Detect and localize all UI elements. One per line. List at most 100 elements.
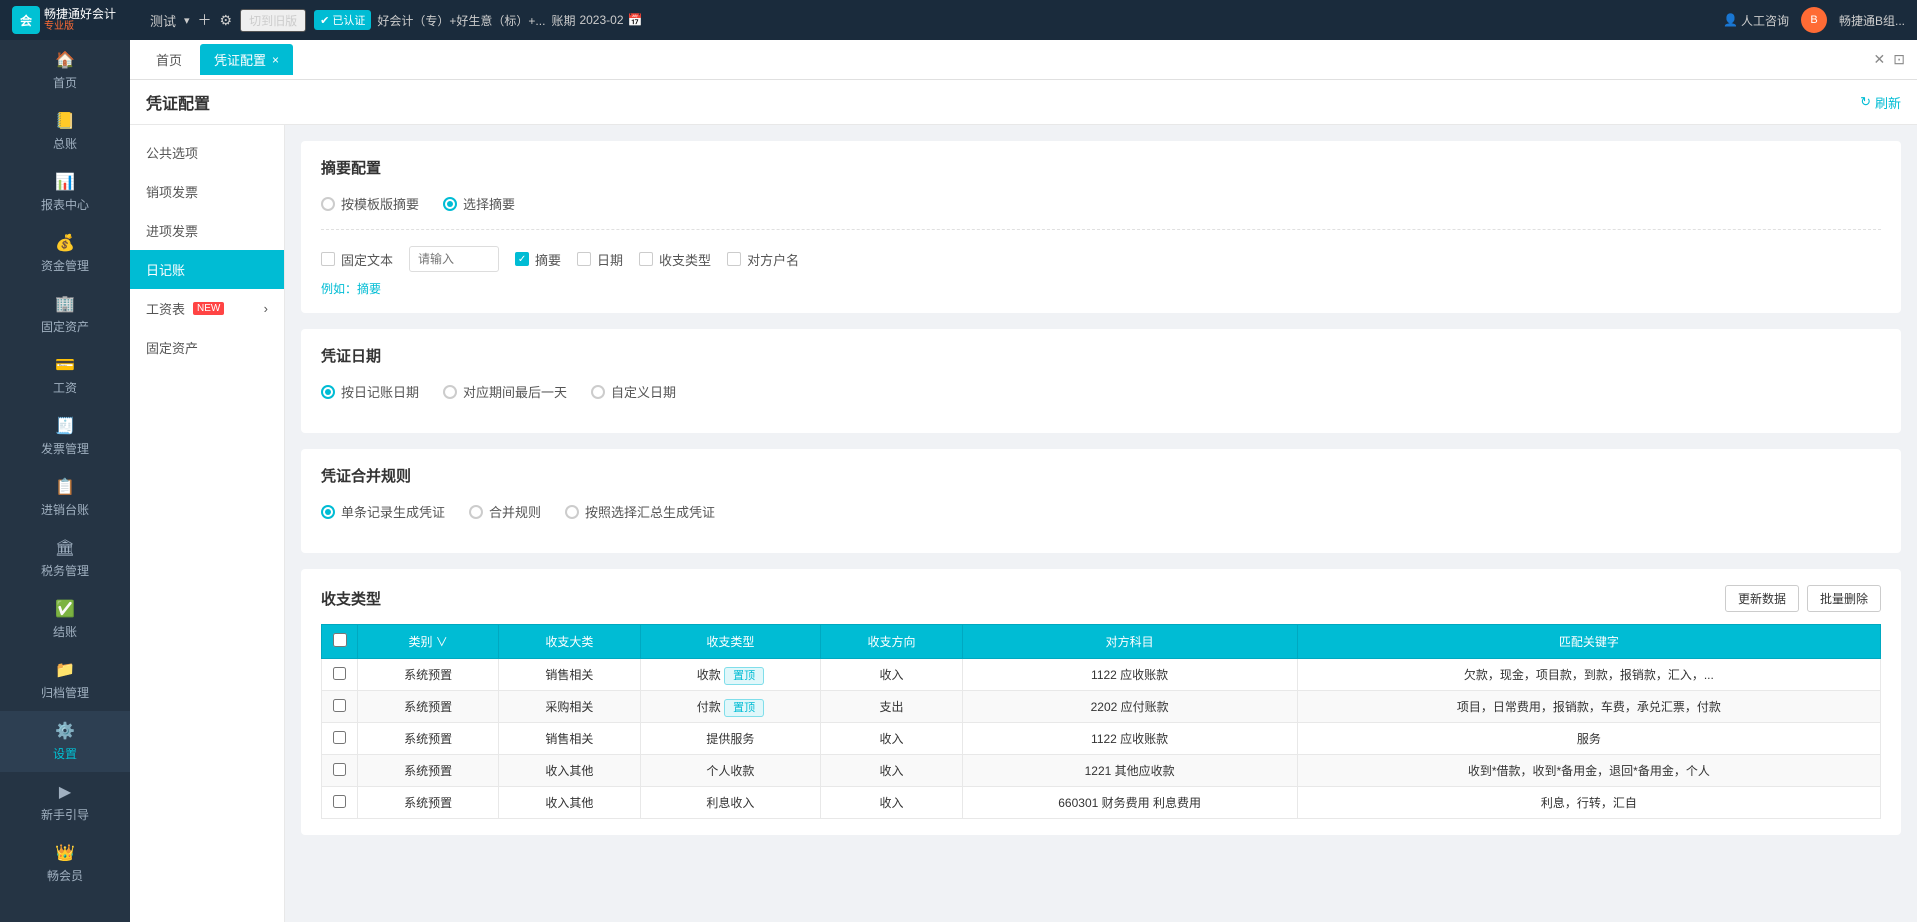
table-row: 系统预置 销售相关 收款 置顶 收入 1122 应收账款 欠款，现金，项目款，到… [322,659,1881,691]
left-menu-fixed-assets[interactable]: 固定资产 [130,328,284,367]
row-checkbox-1[interactable] [333,667,346,680]
sidebar-item-archive[interactable]: 📁 归档管理 [0,650,130,711]
sidebar-item-home[interactable]: 🏠 首页 [0,40,130,101]
radio-circle-custom [591,385,605,399]
logo-icon: 会 [12,6,40,34]
checkbox-date[interactable]: 日期 [577,250,623,269]
left-menu-public[interactable]: 公共选项 [130,133,284,172]
radio-select-summary[interactable]: 选择摘要 [443,194,515,213]
sidebar-item-guide[interactable]: ▶ 新手引导 [0,772,130,833]
radio-template-summary[interactable]: 按模板版摘要 [321,194,419,213]
sidebar-item-reports[interactable]: 📊 报表中心 [0,162,130,223]
merge-rules-radio-group: 单条记录生成凭证 合并规则 按照选择汇总生成凭证 [321,502,1881,521]
table-header-direction: 收支方向 [821,625,962,659]
table-header-type: 收支类型 [640,625,821,659]
row-checkbox-3[interactable] [333,731,346,744]
left-menu-sales-invoice[interactable]: 销项发票 [130,172,284,211]
radio-circle-diary-date [321,385,335,399]
radio-summary-generate[interactable]: 按照选择汇总生成凭证 [565,502,715,521]
closing-icon: ✅ [55,599,75,619]
table-header-major: 收支大类 [499,625,640,659]
radio-merge-rule[interactable]: 合并规则 [469,502,541,521]
logo-area: 会 畅捷通好会计 专业版 [12,6,142,34]
table-header-keywords: 匹配关键字 [1297,625,1880,659]
new-badge: NEW [193,302,224,315]
header-tab[interactable]: 测试 [150,11,176,30]
funds-icon: 💰 [55,233,75,253]
refresh-icon: ↻ [1860,94,1871,110]
merge-rules-title: 凭证合并规则 [321,465,1881,486]
voucher-date-radio-group: 按日记账日期 对应期间最后一天 自定义日期 [321,382,1881,401]
radio-circle-select [443,197,457,211]
version-switch-button[interactable]: 切到旧版 [240,9,306,32]
chevron-down-icon: › [264,301,268,316]
sidebar-item-fixed-assets[interactable]: 🏢 固定资产 [0,284,130,345]
row-checkbox-2[interactable] [333,699,346,712]
certified-badge: ✔ 已认证 [314,10,371,30]
tab-close-window-icon[interactable]: ✕ [1874,51,1886,68]
sidebar-item-invoice[interactable]: 🧾 发票管理 [0,406,130,467]
add-icon[interactable]: ＋ [198,10,212,30]
sidebar-item-salary[interactable]: 💳 工资 [0,345,130,406]
left-menu-purchase-invoice[interactable]: 进项发票 [130,211,284,250]
sidebar: 🏠 首页 📒 总账 📊 报表中心 💰 资金管理 🏢 固定资产 💳 工资 🧾 发票… [0,40,130,922]
checkbox-counterpart-name[interactable]: 对方户名 [727,250,799,269]
radio-circle-single [321,505,335,519]
row-checkbox-5[interactable] [333,795,346,808]
checkbox-box-counterpart [727,252,741,266]
tab-bar-right: ✕ ⊡ [1874,51,1905,68]
left-menu-payroll[interactable]: 工资表 NEW › [130,289,284,328]
select-all-checkbox[interactable] [333,633,347,647]
tab-home[interactable]: 首页 [142,44,196,75]
radio-period-last-day[interactable]: 对应期间最后一天 [443,382,567,401]
update-data-button[interactable]: 更新数据 [1725,585,1799,612]
header-status-text: 好会计（专）+好生意（标）+... [377,12,545,29]
radio-custom-date[interactable]: 自定义日期 [591,382,676,401]
summary-config-title: 摘要配置 [321,157,1881,178]
checkbox-summary[interactable]: ✓ 摘要 [515,250,561,269]
checkbox-income-type[interactable]: 收支类型 [639,250,711,269]
batch-delete-button[interactable]: 批量删除 [1807,585,1881,612]
table-header-checkbox [322,625,358,659]
sidebar-item-member[interactable]: 👑 畅会员 [0,833,130,894]
sidebar-item-closing[interactable]: ✅ 结账 [0,589,130,650]
income-expense-section: 收支类型 更新数据 批量删除 类别 ∨ [301,569,1901,835]
page-title: 凭证配置 [146,90,210,114]
settings-icon[interactable]: ⚙ [220,12,233,29]
checkbox-box-fixed [321,252,335,266]
radio-diary-date[interactable]: 按日记账日期 [321,382,419,401]
voucher-date-title: 凭证日期 [321,345,1881,366]
sidebar-item-funds[interactable]: 💰 资金管理 [0,223,130,284]
sidebar-item-tax[interactable]: 🏛 税务管理 [0,528,130,589]
sidebar-item-purchase-sale[interactable]: 📋 进销台账 [0,467,130,528]
checkbox-box-income-type [639,252,653,266]
tab-bar: 首页 凭证配置 × ✕ ⊡ [130,40,1917,80]
radio-circle-period-last [443,385,457,399]
row-checkbox-4[interactable] [333,763,346,776]
sidebar-item-ledger[interactable]: 📒 总账 [0,101,130,162]
main-layout: 🏠 首页 📒 总账 📊 报表中心 💰 资金管理 🏢 固定资产 💳 工资 🧾 发票… [0,40,1917,922]
dropdown-arrow-icon[interactable]: ▾ [184,14,190,27]
member-icon: 👑 [55,843,75,863]
tab-close-icon[interactable]: × [272,53,279,67]
refresh-button[interactable]: ↻ 刷新 [1860,93,1901,112]
main-content: 摘要配置 按模板版摘要 选择摘要 [285,125,1917,922]
ledger-icon: 📒 [55,111,75,131]
tab-maximize-icon[interactable]: ⊡ [1893,51,1905,68]
service-button[interactable]: 👤 人工咨询 [1723,12,1789,29]
top-header: 会 畅捷通好会计 专业版 测试 ▾ ＋ ⚙ 切到旧版 ✔ 已认证 好会计（专）+… [0,0,1917,40]
fixed-text-input[interactable] [409,246,499,272]
checkbox-box-summary: ✓ [515,252,529,266]
sidebar-item-settings[interactable]: ⚙️ 设置 [0,711,130,772]
table-row: 系统预置 采购相关 付款 置顶 支出 2202 应付账款 项目，日常费用，报销款… [322,691,1881,723]
tab-voucher-config[interactable]: 凭证配置 × [200,44,293,75]
invoice-icon: 🧾 [55,416,75,436]
checkbox-fixed-text[interactable]: 固定文本 [321,250,393,269]
top-tag-2[interactable]: 置顶 [724,699,764,717]
top-tag-1[interactable]: 置顶 [724,667,764,685]
radio-single-record[interactable]: 单条记录生成凭证 [321,502,445,521]
archive-icon: 📁 [55,660,75,680]
table-header-account: 对方科目 [962,625,1297,659]
left-menu-diary[interactable]: 日记账 [130,250,284,289]
income-header: 收支类型 更新数据 批量删除 [321,585,1881,612]
